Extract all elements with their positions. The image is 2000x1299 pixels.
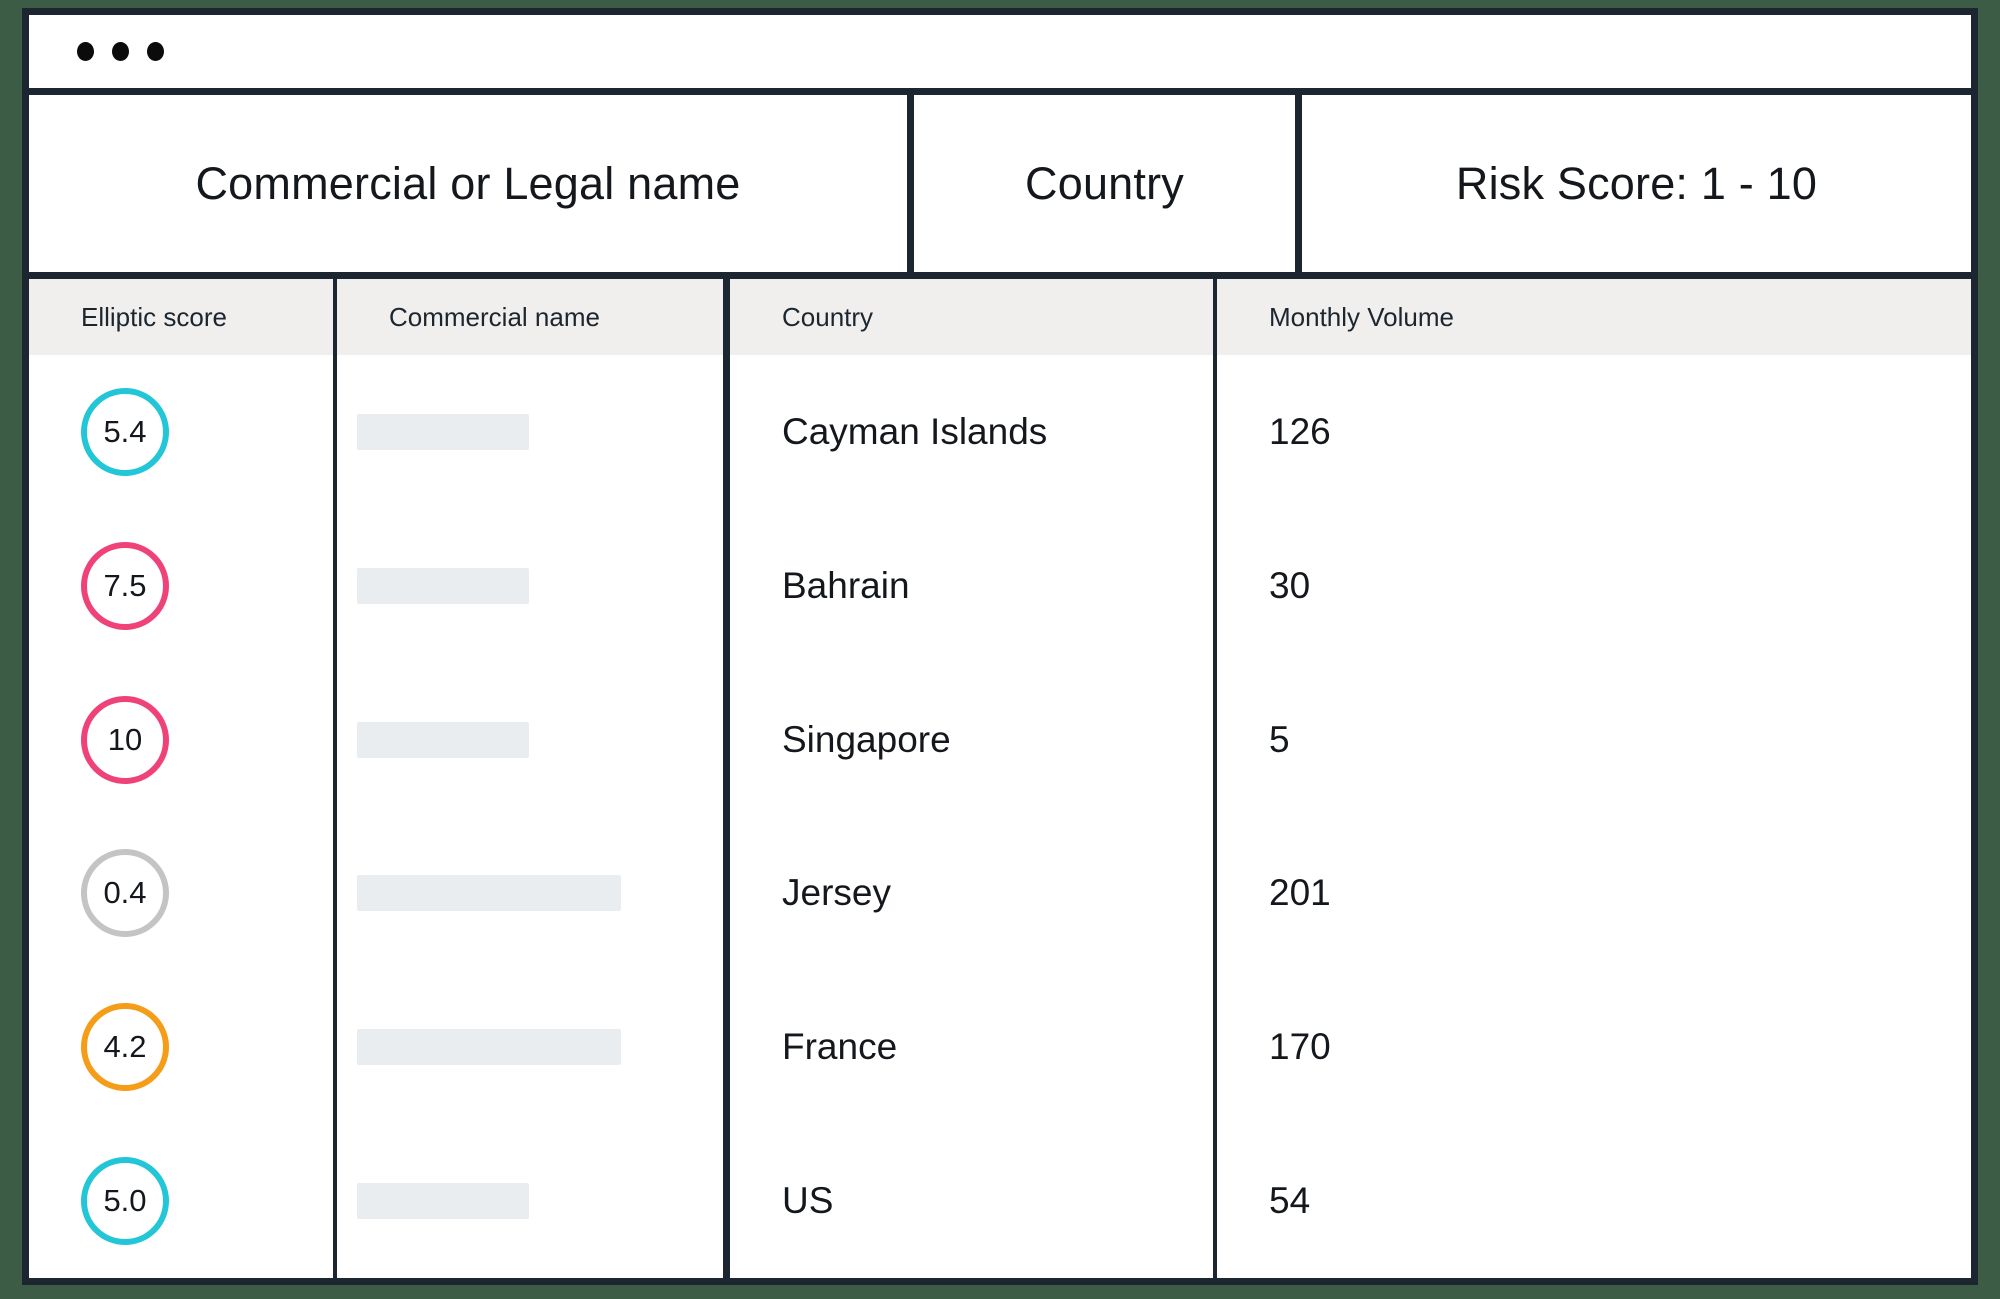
monthly-volume-value: 201: [1269, 872, 1331, 914]
monthly-volume-value: 5: [1269, 719, 1290, 761]
table-row: Jersey: [730, 816, 1213, 970]
table-row: [337, 509, 723, 663]
redacted-name-placeholder: [357, 722, 529, 758]
table-body: 5.4 7.5 10 0.4 4.2 5.0 Cayman Islands Bahrain S…: [29, 355, 1971, 1278]
group-header-commercial-or-legal-name: Commercial or Legal name: [29, 95, 907, 272]
window-dot-icon[interactable]: [112, 42, 129, 61]
column-country: Cayman Islands Bahrain Singapore Jersey Fran…: [723, 355, 1213, 1278]
monthly-volume-value: 170: [1269, 1026, 1331, 1068]
country-value: Cayman Islands: [782, 411, 1047, 453]
table-row: France: [730, 970, 1213, 1124]
table-row: 5: [1217, 663, 1971, 817]
group-header-label: Commercial or Legal name: [195, 158, 740, 210]
column-header-label: Commercial name: [389, 302, 600, 333]
browser-window: Commercial or Legal name Country Risk Sc…: [22, 8, 1978, 1285]
group-header-label: Country: [1025, 158, 1184, 210]
table-subheader-row: Elliptic score Commercial name Country M…: [29, 279, 1971, 355]
redacted-name-placeholder: [357, 875, 621, 911]
group-header-risk-score: Risk Score: 1 - 10: [1295, 95, 1971, 272]
risk-score-badge[interactable]: 5.0: [81, 1157, 169, 1245]
table-row: Singapore: [730, 663, 1213, 817]
risk-score-badge[interactable]: 7.5: [81, 542, 169, 630]
risk-score-value: 5.4: [103, 414, 146, 450]
risk-score-value: 0.4: [103, 875, 146, 911]
table-row: 201: [1217, 816, 1971, 970]
risk-score-value: 4.2: [103, 1029, 146, 1065]
table-row: 0.4: [29, 816, 333, 970]
country-value: France: [782, 1026, 897, 1068]
redacted-name-placeholder: [357, 568, 529, 604]
monthly-volume-value: 54: [1269, 1180, 1310, 1222]
country-value: Bahrain: [782, 565, 910, 607]
column-header-label: Monthly Volume: [1269, 302, 1454, 333]
group-header-label: Risk Score: 1 - 10: [1456, 158, 1817, 210]
redacted-name-placeholder: [357, 1183, 529, 1219]
table-row: 170: [1217, 970, 1971, 1124]
column-monthly-volume: 126 30 5 201 170 54: [1213, 355, 1971, 1278]
table-row: [337, 970, 723, 1124]
column-header-label: Elliptic score: [81, 302, 227, 333]
column-header-commercial-name[interactable]: Commercial name: [333, 279, 723, 355]
country-value: US: [782, 1180, 833, 1222]
redacted-name-placeholder: [357, 1029, 621, 1065]
window-controls: [77, 42, 164, 61]
data-table: Elliptic score Commercial name Country M…: [29, 279, 1971, 1278]
country-value: Singapore: [782, 719, 951, 761]
window-dot-icon[interactable]: [147, 42, 164, 61]
table-row: 10: [29, 663, 333, 817]
group-header-country: Country: [907, 95, 1295, 272]
table-row: 7.5: [29, 509, 333, 663]
group-header-row: Commercial or Legal name Country Risk Sc…: [29, 95, 1971, 279]
column-header-country[interactable]: Country: [723, 279, 1213, 355]
table-row: Cayman Islands: [730, 355, 1213, 509]
table-row: 5.4: [29, 355, 333, 509]
column-header-label: Country: [782, 302, 873, 333]
column-header-elliptic-score[interactable]: Elliptic score: [29, 279, 333, 355]
column-header-monthly-volume[interactable]: Monthly Volume: [1213, 279, 1971, 355]
table-row: [337, 355, 723, 509]
risk-score-badge[interactable]: 4.2: [81, 1003, 169, 1091]
monthly-volume-value: 126: [1269, 411, 1331, 453]
table-row: 30: [1217, 509, 1971, 663]
risk-score-badge[interactable]: 0.4: [81, 849, 169, 937]
risk-score-value: 7.5: [103, 568, 146, 604]
table-row: [337, 1124, 723, 1278]
redacted-name-placeholder: [357, 414, 529, 450]
table-row: [337, 816, 723, 970]
table-row: 4.2: [29, 970, 333, 1124]
risk-score-badge[interactable]: 10: [81, 696, 169, 784]
window-titlebar: [29, 15, 1971, 95]
column-elliptic-score: 5.4 7.5 10 0.4 4.2 5.0: [29, 355, 333, 1278]
country-value: Jersey: [782, 872, 891, 914]
table-row: [337, 663, 723, 817]
table-row: Bahrain: [730, 509, 1213, 663]
table-row: 54: [1217, 1124, 1971, 1278]
window-dot-icon[interactable]: [77, 42, 94, 61]
risk-score-value: 10: [108, 722, 142, 758]
monthly-volume-value: 30: [1269, 565, 1310, 607]
table-row: US: [730, 1124, 1213, 1278]
risk-score-badge[interactable]: 5.4: [81, 388, 169, 476]
table-row: 126: [1217, 355, 1971, 509]
column-commercial-name: [333, 355, 723, 1278]
table-row: 5.0: [29, 1124, 333, 1278]
risk-score-value: 5.0: [103, 1183, 146, 1219]
